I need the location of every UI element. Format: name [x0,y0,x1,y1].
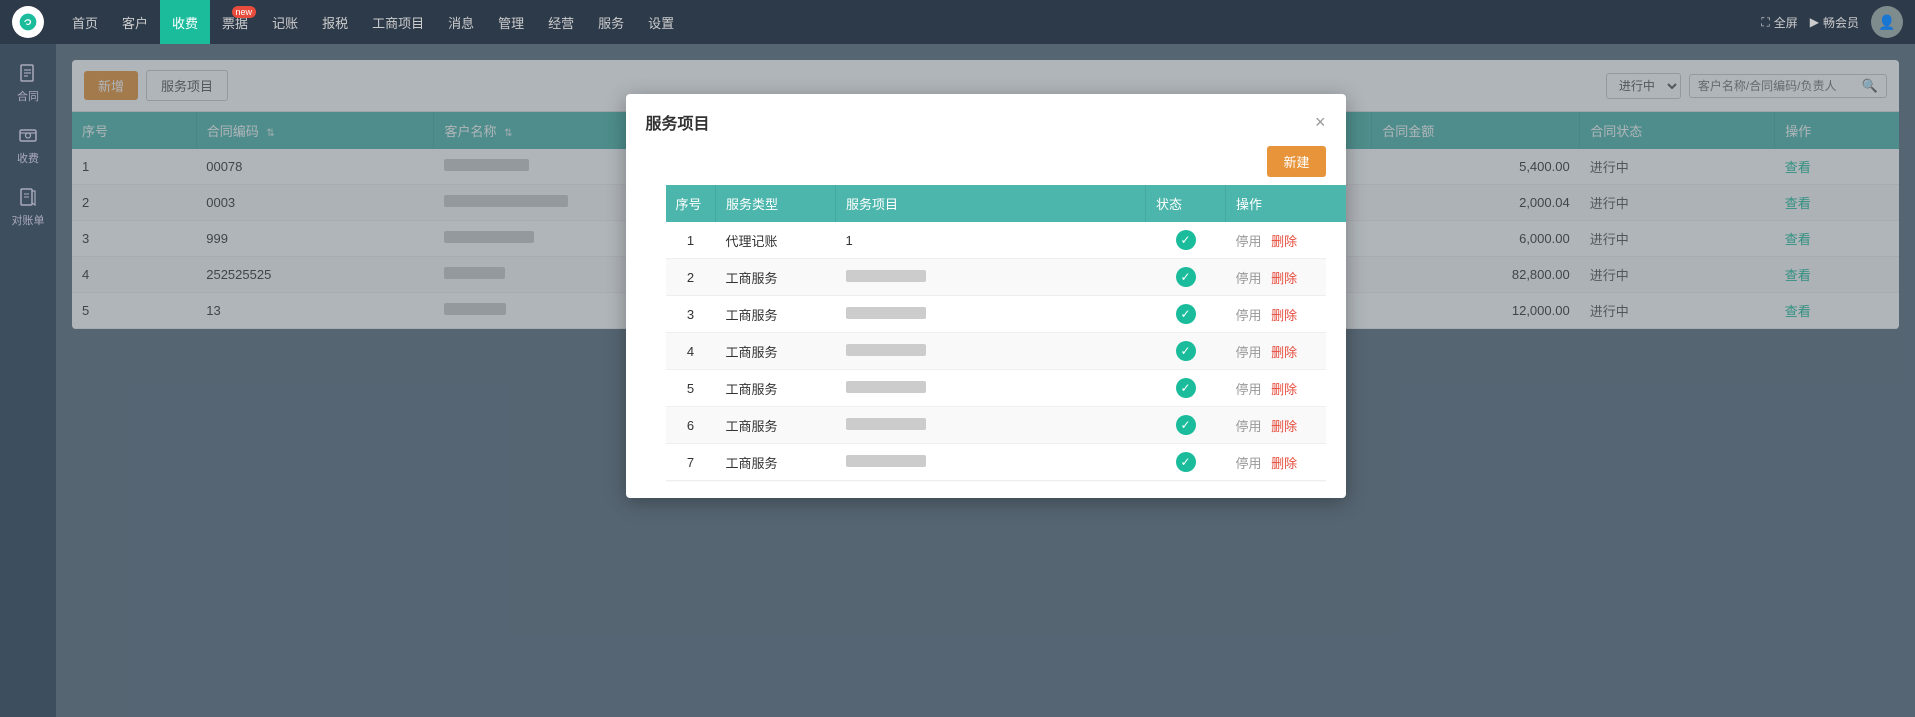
status-check-icon: ✓ [1176,304,1196,324]
nav-item-票据[interactable]: 票据new [210,0,260,44]
sidebar-label-charge: 收费 [17,150,39,166]
modal-col-action: 操作 [1226,185,1346,222]
nav-item-客户[interactable]: 客户 [110,0,160,44]
sidebar-label-contract: 合同 [17,88,39,104]
fullscreen-button[interactable]: ⛶ 全屏 [1761,14,1797,31]
modal-close-button[interactable]: × [1315,113,1326,131]
stop-button[interactable]: 停用 [1236,419,1262,434]
modal-scroll-container: 1 代理记账 1 ✓ 停用 删除 2 工商服务 ✓ 停用 删除 3 工商服务 ✓… [646,222,1326,482]
status-check-icon: ✓ [1176,267,1196,287]
modal-table-row: 6 工商服务 ✓ 停用 删除 [666,407,1326,444]
nav-right: ⛶ 全屏 ▶ 畅会员 👤 [1761,6,1903,38]
logo[interactable] [12,6,44,38]
modal-col-type: 服务类型 [716,185,836,222]
status-check-icon: ✓ [1176,378,1196,398]
stop-button[interactable]: 停用 [1236,456,1262,471]
modal-data-table: 1 代理记账 1 ✓ 停用 删除 2 工商服务 ✓ 停用 删除 3 工商服务 ✓… [666,222,1326,482]
modal-table-row: 5 工商服务 ✓ 停用 删除 [666,370,1326,407]
bill-icon [17,186,39,208]
modal-col-item: 服务项目 [836,185,1146,222]
modal-table-row: 3 工商服务 ✓ 停用 删除 [666,296,1326,333]
modal-col-status: 状态 [1146,185,1226,222]
top-navigation: 首页客户收费票据new记账报税工商项目消息管理经营服务设置 ⛶ 全屏 ▶ 畅会员… [0,0,1915,44]
user-avatar[interactable]: 👤 [1871,6,1903,38]
nav-item-工商项目[interactable]: 工商项目 [360,0,436,44]
nav-item-经营[interactable]: 经营 [536,0,586,44]
modal-table-row: 4 工商服务 ✓ 停用 删除 [666,333,1326,370]
service-modal: 服务项目 × 新建 序号 服务类型 服务项目 状态 操作 [626,94,1346,498]
stop-button[interactable]: 停用 [1236,234,1262,249]
delete-button[interactable]: 删除 [1271,345,1297,360]
sidebar-item-statement[interactable]: 对账单 [0,176,56,238]
modal-table-row: 2 工商服务 ✓ 停用 删除 [666,259,1326,296]
vip-button[interactable]: ▶ 畅会员 [1810,14,1859,31]
stop-button[interactable]: 停用 [1236,308,1262,323]
nav-item-记账[interactable]: 记账 [260,0,310,44]
sidebar-item-contract[interactable]: 合同 [0,52,56,114]
modal-table-row: 1 代理记账 1 ✓ 停用 删除 [666,222,1326,259]
nav-item-设置[interactable]: 设置 [636,0,686,44]
status-check-icon: ✓ [1176,230,1196,250]
money-icon [17,124,39,146]
doc-icon [17,62,39,84]
modal-table: 序号 服务类型 服务项目 状态 操作 [666,185,1346,222]
modal-table-row: 8 工商服务 注册 ✓ 停用 删除 [666,481,1326,483]
modal-table-row: 7 工商服务 ✓ 停用 删除 [666,444,1326,481]
delete-button[interactable]: 删除 [1271,308,1297,323]
modal-header-row: 序号 服务类型 服务项目 状态 操作 [666,185,1346,222]
nav-item-管理[interactable]: 管理 [486,0,536,44]
modal-new-button[interactable]: 新建 [1267,146,1325,177]
sidebar-label-statement: 对账单 [12,212,45,228]
delete-button[interactable]: 删除 [1271,234,1297,249]
stop-button[interactable]: 停用 [1236,345,1262,360]
main-content: 新增 服务项目 进行中 全部 已结束 已暂停 🔍 [56,44,1915,717]
modal-toolbar: 新建 [626,142,1346,185]
nav-item-消息[interactable]: 消息 [436,0,486,44]
modal-title: 服务项目 [646,110,710,134]
status-check-icon: ✓ [1176,415,1196,435]
delete-button[interactable]: 删除 [1271,382,1297,397]
nav-item-服务[interactable]: 服务 [586,0,636,44]
sidebar-item-charge[interactable]: 收费 [0,114,56,176]
stop-button[interactable]: 停用 [1236,271,1262,286]
delete-button[interactable]: 删除 [1271,271,1297,286]
status-check-icon: ✓ [1176,341,1196,361]
status-check-icon: ✓ [1176,452,1196,472]
stop-button[interactable]: 停用 [1236,382,1262,397]
modal-header: 服务项目 × [626,94,1346,142]
nav-item-收费[interactable]: 收费 [160,0,210,44]
delete-button[interactable]: 删除 [1271,419,1297,434]
nav-item-报税[interactable]: 报税 [310,0,360,44]
sidebar: 合同 收费 对账单 [0,44,56,717]
modal-col-seq: 序号 [666,185,716,222]
delete-button[interactable]: 删除 [1271,456,1297,471]
nav-item-首页[interactable]: 首页 [60,0,110,44]
